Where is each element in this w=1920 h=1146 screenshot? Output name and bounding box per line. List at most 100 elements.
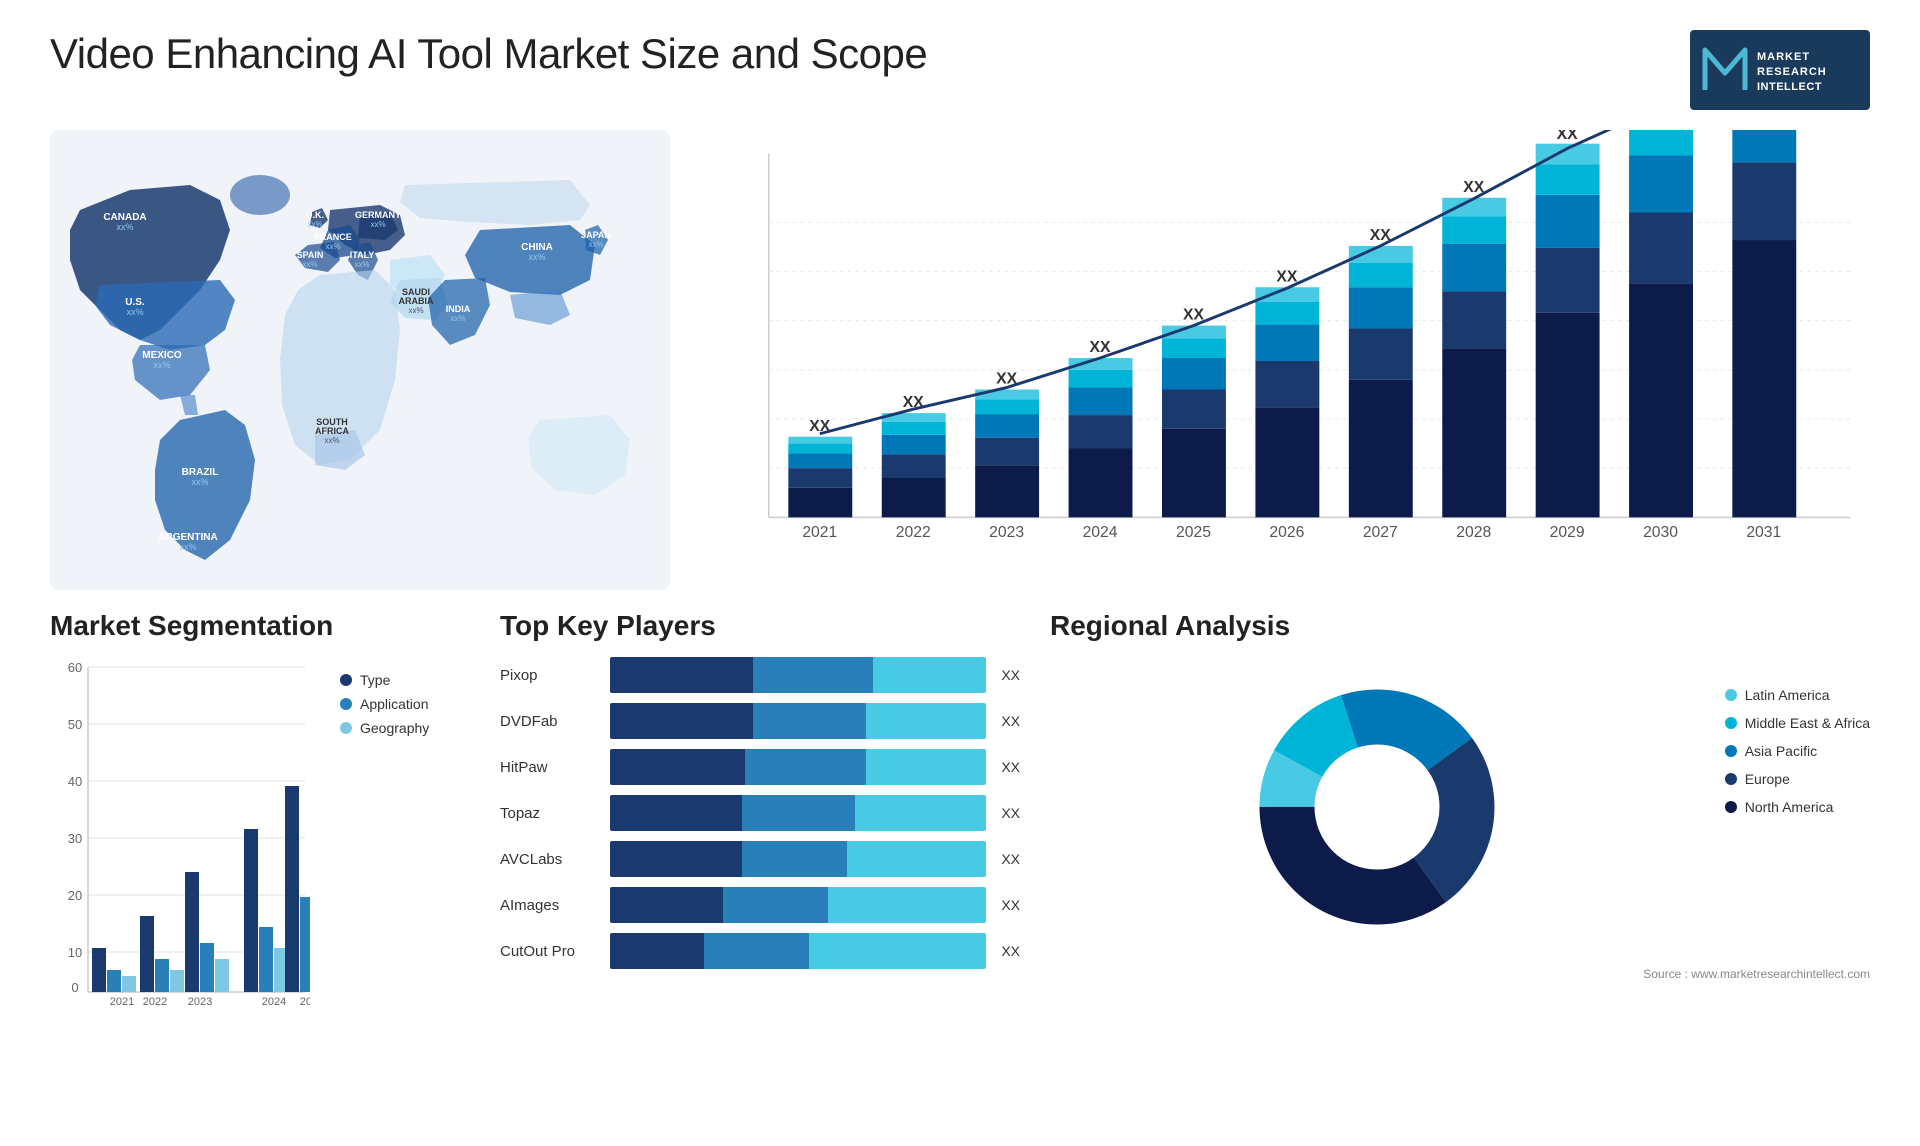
player-bar-dvdfab xyxy=(610,703,986,739)
player-value-pixop: XX xyxy=(1001,667,1020,683)
bar-segment-mid xyxy=(704,933,809,969)
player-row-aimages: AImages XX xyxy=(500,887,1020,923)
players-title: Top Key Players xyxy=(500,610,1020,642)
player-row-dvdfab: DVDFab XX xyxy=(500,703,1020,739)
bar-segment-mid xyxy=(753,657,873,693)
svg-text:AFRICA: AFRICA xyxy=(315,426,349,436)
svg-text:xx%: xx% xyxy=(450,314,465,323)
player-value-aimages: XX xyxy=(1001,897,1020,913)
player-value-cutoutpro: XX xyxy=(1001,943,1020,959)
svg-text:JAPAN: JAPAN xyxy=(581,230,611,240)
page-title: Video Enhancing AI Tool Market Size and … xyxy=(50,30,927,78)
legend-dot-mea xyxy=(1725,717,1737,729)
player-bar-hitpaw xyxy=(610,749,986,785)
svg-text:XX: XX xyxy=(1090,339,1111,356)
legend-label-europe: Europe xyxy=(1745,771,1790,787)
player-bar-aimages xyxy=(610,887,986,923)
segmentation-svg: 60 50 40 30 20 10 0 xyxy=(50,657,310,1007)
player-name-topaz: Topaz xyxy=(500,805,600,822)
svg-text:2025: 2025 xyxy=(300,996,310,1007)
svg-text:2027: 2027 xyxy=(1363,524,1398,541)
svg-text:2021: 2021 xyxy=(110,996,134,1007)
svg-text:GERMANY: GERMANY xyxy=(355,210,401,220)
svg-text:XX: XX xyxy=(1276,268,1297,285)
svg-text:xx%: xx% xyxy=(370,220,385,229)
legend-label-asia: Asia Pacific xyxy=(1745,743,1817,759)
svg-text:xx%: xx% xyxy=(325,242,340,251)
bar-segment-dark xyxy=(610,795,742,831)
svg-text:MARKET: MARKET xyxy=(1757,51,1810,63)
legend-dot-europe xyxy=(1725,773,1737,785)
svg-text:xx%: xx% xyxy=(302,260,317,269)
svg-text:2030: 2030 xyxy=(1643,524,1678,541)
bar-segment-mid xyxy=(723,887,828,923)
svg-text:2031: 2031 xyxy=(1746,524,1781,541)
svg-text:40: 40 xyxy=(68,774,82,789)
player-value-dvdfab: XX xyxy=(1001,713,1020,729)
bar-segment-light xyxy=(847,841,986,877)
svg-text:xx%: xx% xyxy=(588,240,603,249)
svg-text:2025: 2025 xyxy=(1176,524,1211,541)
main-content: CANADA xx% U.S. xx% MEXICO xx% BRAZIL xx… xyxy=(50,130,1870,590)
legend-type: Type xyxy=(340,672,429,688)
svg-text:xx%: xx% xyxy=(528,252,545,262)
svg-text:xx%: xx% xyxy=(153,360,170,370)
svg-text:SPAIN: SPAIN xyxy=(297,250,324,260)
bar-segment-mid xyxy=(742,841,847,877)
bar-segment-dark xyxy=(610,749,745,785)
bar-segment-light xyxy=(873,657,986,693)
source-text: Source : www.marketresearchintellect.com xyxy=(1050,967,1870,981)
svg-text:INDIA: INDIA xyxy=(446,304,471,314)
players-list: Pixop XX DVDFab XX xyxy=(500,657,1020,969)
svg-text:ARABIA: ARABIA xyxy=(399,296,434,306)
svg-text:RESEARCH: RESEARCH xyxy=(1757,66,1827,78)
svg-text:xx%: xx% xyxy=(354,260,369,269)
legend-label-geography: Geography xyxy=(360,720,429,736)
bottom-content: Market Segmentation 60 50 40 30 20 10 0 xyxy=(50,610,1870,1140)
svg-text:2029: 2029 xyxy=(1550,524,1585,541)
bar-segment-dark xyxy=(610,841,742,877)
svg-text:xx%: xx% xyxy=(324,436,339,445)
bar-segment-light xyxy=(809,933,986,969)
legend-label-north-america: North America xyxy=(1745,799,1834,815)
player-value-avclabs: XX xyxy=(1001,851,1020,867)
svg-text:xx%: xx% xyxy=(307,220,322,229)
logo-svg: MARKET RESEARCH INTELLECT xyxy=(1695,35,1865,105)
legend-europe: Europe xyxy=(1725,771,1870,787)
legend-north-america: North America xyxy=(1725,799,1870,815)
map-svg: CANADA xx% U.S. xx% MEXICO xx% BRAZIL xx… xyxy=(50,130,670,590)
page-container: Video Enhancing AI Tool Market Size and … xyxy=(0,0,1920,1146)
legend-dot-asia xyxy=(1725,745,1737,757)
logo-area: MARKET RESEARCH INTELLECT xyxy=(1690,30,1870,110)
svg-text:xx%: xx% xyxy=(126,307,143,317)
svg-text:xx%: xx% xyxy=(191,477,208,487)
player-name-dvdfab: DVDFab xyxy=(500,713,600,730)
player-row-pixop: Pixop XX xyxy=(500,657,1020,693)
segmentation-legend: Type Application Geography xyxy=(340,672,429,1012)
svg-text:60: 60 xyxy=(68,660,82,675)
svg-text:INTELLECT: INTELLECT xyxy=(1757,81,1822,93)
player-value-hitpaw: XX xyxy=(1001,759,1020,775)
player-bar-avclabs xyxy=(610,841,986,877)
bar-segment-light xyxy=(866,703,986,739)
player-row-avclabs: AVCLabs XX xyxy=(500,841,1020,877)
bar-segment-dark xyxy=(610,657,753,693)
svg-text:2024: 2024 xyxy=(1083,524,1118,541)
bar-segment-mid xyxy=(742,795,855,831)
svg-text:ITALY: ITALY xyxy=(350,250,375,260)
player-name-cutoutpro: CutOut Pro xyxy=(500,943,600,960)
svg-text:U.K.: U.K. xyxy=(306,210,324,220)
legend-mea: Middle East & Africa xyxy=(1725,715,1870,731)
svg-text:2023: 2023 xyxy=(188,996,212,1007)
svg-text:2024: 2024 xyxy=(262,996,286,1007)
segmentation-title: Market Segmentation xyxy=(50,610,470,642)
growth-chart-section: XX XX XX xyxy=(690,130,1870,590)
regional-title: Regional Analysis xyxy=(1050,610,1870,642)
svg-text:2026: 2026 xyxy=(1269,524,1304,541)
legend-label-latin: Latin America xyxy=(1745,687,1830,703)
regional-layout: Latin America Middle East & Africa Asia … xyxy=(1050,657,1870,957)
donut-container xyxy=(1227,657,1527,957)
legend-label-application: Application xyxy=(360,696,429,712)
bar-segment-light xyxy=(828,887,986,923)
player-name-hitpaw: HitPaw xyxy=(500,759,600,776)
